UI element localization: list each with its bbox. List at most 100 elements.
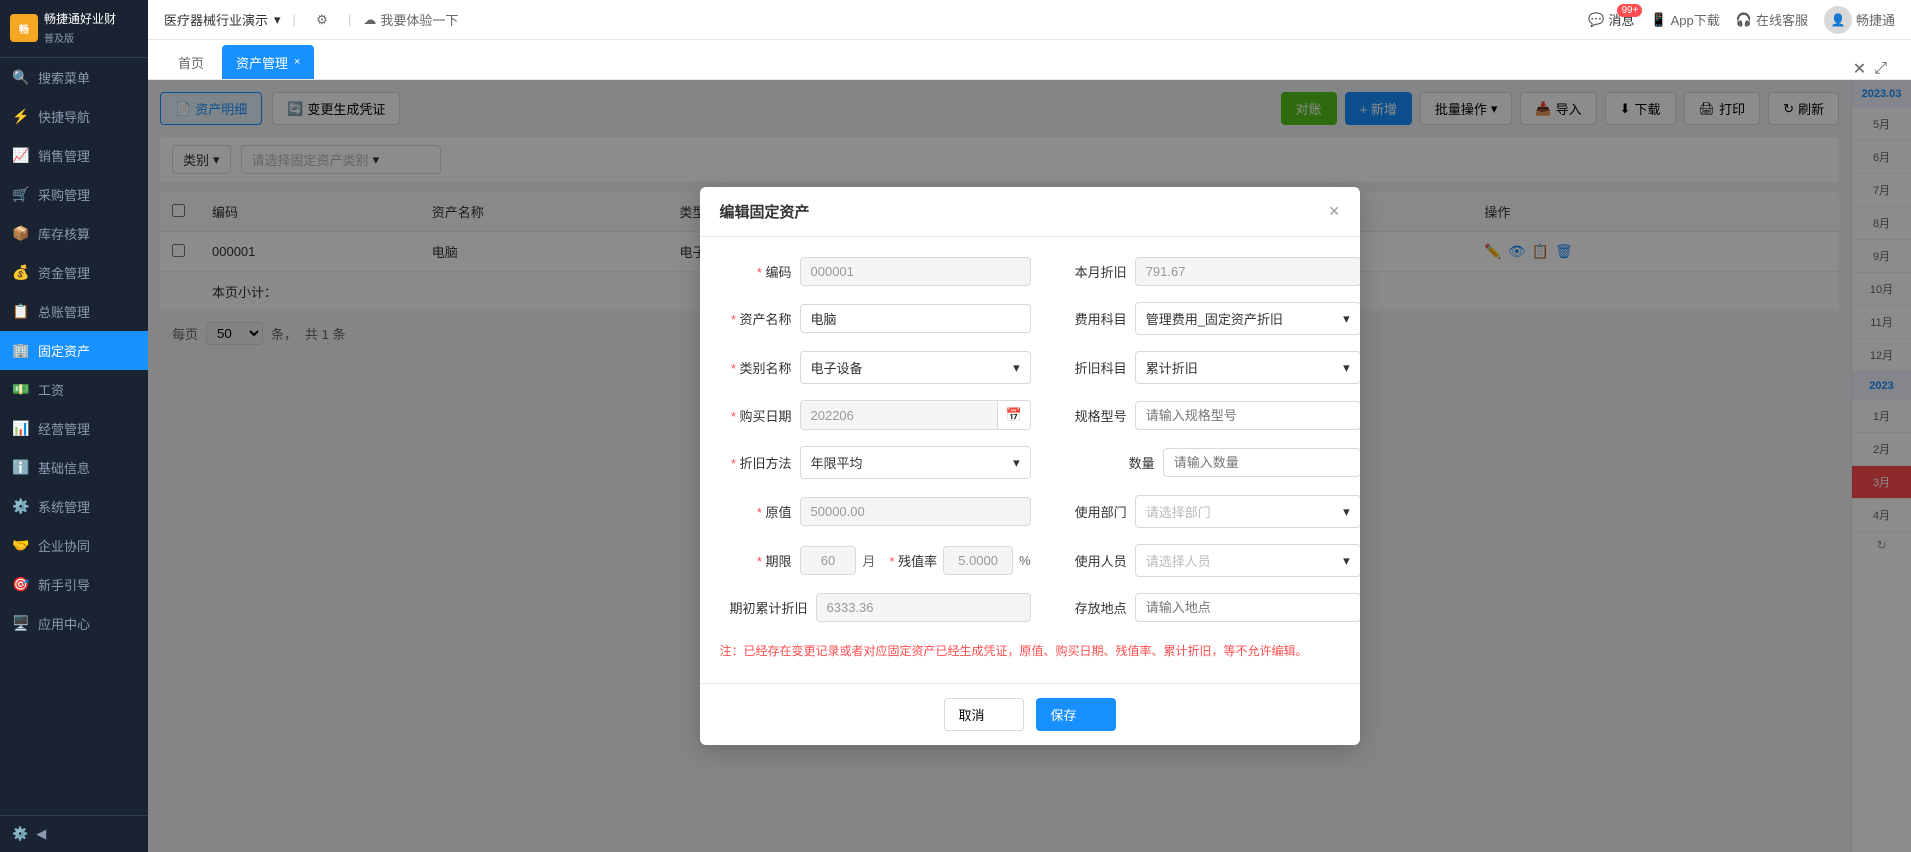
tab-asset-management[interactable]: 资产管理 × <box>222 45 314 79</box>
app-logo: 畅 <box>10 14 38 42</box>
sidebar-item-inventory[interactable]: 📦 库存核算 <box>0 214 148 253</box>
modal-close-button[interactable]: × <box>1329 201 1340 222</box>
topbar-separator2: | <box>348 12 351 27</box>
sidebar-item-collab[interactable]: 🤝 企业协同 <box>0 526 148 565</box>
sidebar-header: 畅 畅捷通好业财 普及版 <box>0 0 148 58</box>
sidebar-item-label: 固定资产 <box>38 341 90 360</box>
tab-close-button[interactable]: × <box>294 56 300 68</box>
messages-button[interactable]: 💬 消息 99+ <box>1588 10 1634 29</box>
expense-subject-value: 管理费用_固定资产折旧 <box>1146 309 1283 328</box>
guide-icon: 🎯 <box>12 575 30 593</box>
tab-home-label: 首页 <box>178 53 204 72</box>
spec-model-input[interactable] <box>1135 401 1360 430</box>
dep-subject-value: 累计折旧 <box>1146 358 1198 377</box>
inventory-icon: 📦 <box>12 224 30 242</box>
topbar-right: 💬 消息 99+ 📱 App下载 🎧 在线客服 👤 畅捷通 <box>1588 6 1895 34</box>
expense-subject-select[interactable]: 管理费用_固定资产折旧 ▾ <box>1135 302 1360 335</box>
code-input[interactable] <box>800 257 1031 286</box>
user-profile[interactable]: 👤 畅捷通 <box>1824 6 1895 34</box>
save-button[interactable]: 保存 <box>1036 698 1116 731</box>
messages-badge: 99+ <box>1617 4 1642 17</box>
original-value-input <box>800 497 1031 526</box>
chevron-down-icon: ▾ <box>1343 311 1350 327</box>
sidebar-item-funds[interactable]: 💰 资金管理 <box>0 253 148 292</box>
storage-input[interactable] <box>1135 593 1360 622</box>
ledger-icon: 📋 <box>12 302 30 320</box>
dep-method-label: 折旧方法 <box>720 453 792 472</box>
maximize-icon[interactable]: ⤢ <box>1874 60 1887 78</box>
chevron-down-icon3: ▾ <box>1343 360 1350 376</box>
close-window-icon[interactable]: ✕ <box>1853 59 1866 79</box>
sidebar-item-label: 快捷导航 <box>38 107 90 126</box>
asset-name-input[interactable] <box>800 304 1031 333</box>
topbar-separator: | <box>293 12 296 27</box>
online-service-button[interactable]: 🎧 在线客服 <box>1736 10 1808 29</box>
avatar: 👤 <box>1824 6 1852 34</box>
sidebar-item-guide[interactable]: 🎯 新手引导 <box>0 565 148 604</box>
payroll-icon: 💵 <box>12 380 30 398</box>
dep-subject-select[interactable]: 累计折旧 ▾ <box>1135 351 1360 384</box>
user-select[interactable]: 请选择人员 ▾ <box>1135 544 1360 577</box>
department-select[interactable]: 请选择部门 ▾ <box>1135 495 1360 528</box>
chevron-down-icon5: ▾ <box>1343 504 1350 520</box>
sidebar-item-payroll[interactable]: 💵 工资 <box>0 370 148 409</box>
calendar-icon[interactable]: 📅 <box>997 401 1030 429</box>
chevron-down-icon6: ▾ <box>1343 553 1350 569</box>
form-asset-name: 资产名称 <box>720 302 1031 335</box>
form-dep-subject: 折旧科目 累计折旧 ▾ <box>1055 351 1360 384</box>
period-unit: 月 <box>862 551 875 570</box>
department-placeholder: 请选择部门 <box>1146 502 1211 521</box>
tab-home[interactable]: 首页 <box>164 45 218 79</box>
sidebar-item-quicknav[interactable]: ⚡ 快捷导航 <box>0 97 148 136</box>
purchase-date-input[interactable] <box>801 402 997 429</box>
sidebar: 畅 畅捷通好业财 普及版 🔍 搜索菜单 ⚡ 快捷导航 📈 销售管理 🛒 采购管理… <box>0 0 148 852</box>
form-quantity: 数量 <box>1055 446 1360 479</box>
category-select[interactable]: 电子设备 ▾ <box>800 351 1031 384</box>
dep-method-value: 年限平均 <box>811 453 863 472</box>
sidebar-item-label: 经营管理 <box>38 419 90 438</box>
collapse-button[interactable]: ◀ <box>36 826 46 842</box>
sidebar-item-operations[interactable]: 📊 经营管理 <box>0 409 148 448</box>
purchase-date-wrapper: 📅 <box>800 400 1031 430</box>
message-icon: 💬 <box>1588 12 1604 28</box>
sidebar-item-sales[interactable]: 📈 销售管理 <box>0 136 148 175</box>
sidebar-item-label: 新手引导 <box>38 575 90 594</box>
form-grid: 编码 本月折旧 资产名称 <box>720 257 1340 663</box>
app-download-button[interactable]: 📱 App下载 <box>1650 10 1719 29</box>
modal-title: 编辑固定资产 <box>720 201 810 222</box>
chevron-down-icon2: ▾ <box>1013 360 1020 376</box>
project-dropdown-icon: ▾ <box>274 12 281 28</box>
app-download-label: App下载 <box>1671 10 1720 29</box>
dep-subject-label: 折旧科目 <box>1055 358 1127 377</box>
settings-icon[interactable]: ⚙️ <box>12 826 28 842</box>
sidebar-item-basic-info[interactable]: ℹ️ 基础信息 <box>0 448 148 487</box>
user-label: 使用人员 <box>1055 551 1127 570</box>
sidebar-item-appstore[interactable]: 🖥️ 应用中心 <box>0 604 148 643</box>
settings-button[interactable]: ⚙ <box>308 6 336 34</box>
form-period-residual: 期限 月 残值率 % <box>720 544 1031 577</box>
project-name: 医疗器械行业演示 <box>164 10 268 29</box>
collab-icon: 🤝 <box>12 536 30 554</box>
modal-footer: 取消 保存 <box>700 683 1360 745</box>
cancel-button[interactable]: 取消 <box>944 698 1024 731</box>
sidebar-item-ledger[interactable]: 📋 总账管理 <box>0 292 148 331</box>
code-label: 编码 <box>720 262 792 281</box>
sidebar-item-purchase[interactable]: 🛒 采购管理 <box>0 175 148 214</box>
asset-name-label: 资产名称 <box>720 309 792 328</box>
residual-rate-input <box>943 546 1013 575</box>
project-selector[interactable]: 医疗器械行业演示 ▾ <box>164 10 281 29</box>
form-initial-depreciation: 期初累计折旧 <box>720 593 1031 622</box>
sidebar-item-label: 库存核算 <box>38 224 90 243</box>
sidebar-item-system[interactable]: ⚙️ 系统管理 <box>0 487 148 526</box>
quantity-input[interactable] <box>1163 448 1360 477</box>
dep-method-select[interactable]: 年限平均 ▾ <box>800 446 1031 479</box>
main-area: 医疗器械行业演示 ▾ | ⚙ | ☁ 我要体验一下 💬 消息 99+ 📱 App… <box>148 0 1911 852</box>
form-original-value: 原值 <box>720 495 1031 528</box>
sidebar-item-label: 应用中心 <box>38 614 90 633</box>
monthly-dep-label: 本月折旧 <box>1055 262 1127 281</box>
sidebar-item-fixed-assets[interactable]: 🏢 固定资产 <box>0 331 148 370</box>
form-code: 编码 <box>720 257 1031 286</box>
sidebar-item-search[interactable]: 🔍 搜索菜单 <box>0 58 148 97</box>
search-icon: 🔍 <box>12 68 30 86</box>
experience-link[interactable]: ☁ 我要体验一下 <box>363 10 458 29</box>
